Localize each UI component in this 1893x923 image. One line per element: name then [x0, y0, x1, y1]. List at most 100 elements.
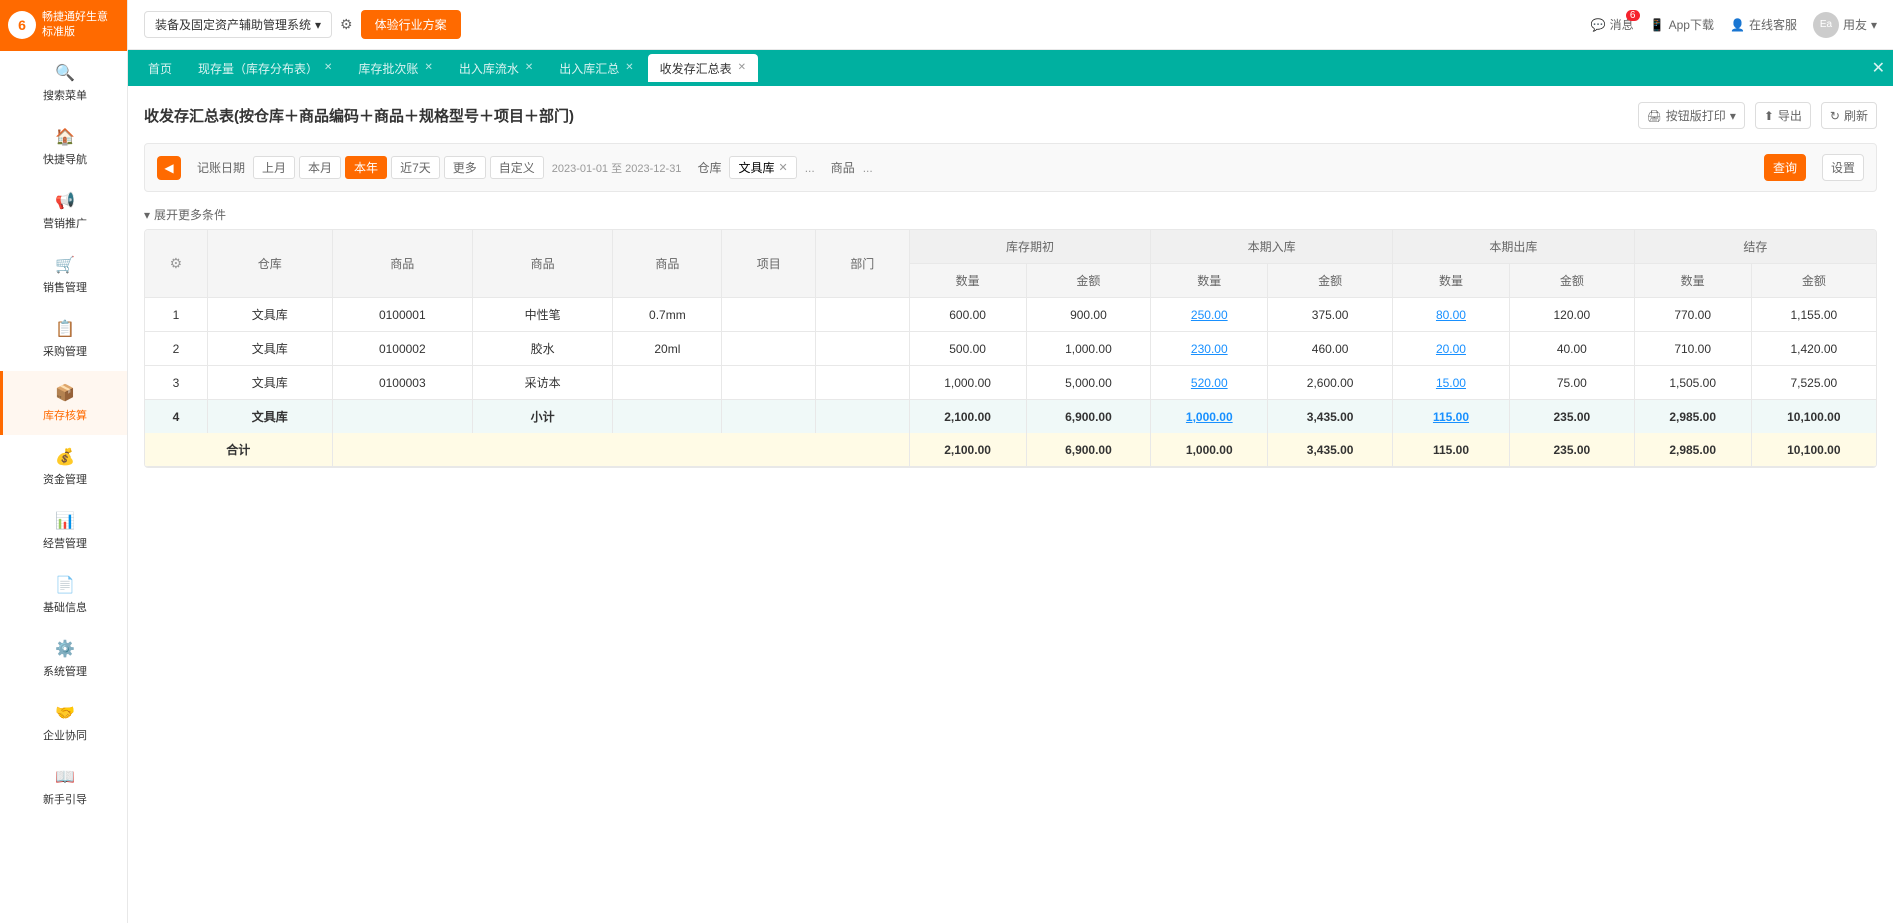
sidebar-item-enterprise[interactable]: 🤝企业协同 — [0, 691, 127, 755]
tab-inventory-dist[interactable]: 现存量（库存分布表）✕ — [186, 54, 344, 82]
subtotal-out-qty-link[interactable]: 115.00 — [1433, 410, 1469, 424]
cell-spec: 0.7mm — [613, 298, 722, 332]
filter-collapse-button[interactable]: ◀ — [157, 156, 181, 180]
sidebar-label-system: 系统管理 — [43, 663, 87, 679]
cell-in-qty[interactable]: 520.00 — [1151, 366, 1268, 400]
tab-close-batch-ledger[interactable]: ✕ — [424, 63, 432, 73]
sidebar-label-finance: 资金管理 — [43, 471, 87, 487]
date-option-上月[interactable]: 上月 — [253, 156, 295, 179]
subtotal-out-amt: 235.00 — [1509, 400, 1634, 434]
cell-code: 0100001 — [332, 298, 472, 332]
system-select[interactable]: 装备及固定资产辅助管理系统 ▾ — [144, 11, 332, 38]
sidebar: 6 畅捷通好生意 标准版 🔍搜索菜单🏠快捷导航📢营销推广🛒销售管理📋采购管理📦库… — [0, 0, 128, 923]
date-range-display: 2023-01-01 至 2023-12-31 — [552, 160, 682, 176]
sidebar-item-operations[interactable]: 📊经营管理 — [0, 499, 127, 563]
logo-icon: 6 — [8, 11, 36, 39]
sidebar-item-quick-nav[interactable]: 🏠快捷导航 — [0, 115, 127, 179]
subtotal-warehouse: 文具库 — [207, 400, 332, 434]
sidebar-item-guide[interactable]: 📖新手引导 — [0, 755, 127, 819]
sidebar-item-search[interactable]: 🔍搜索菜单 — [0, 51, 127, 115]
goods-filter-group: 商品 ... — [831, 159, 873, 176]
in-qty-link[interactable]: 250.00 — [1191, 308, 1228, 322]
cell-code: 0100003 — [332, 366, 472, 400]
date-filter-group: 记账日期 上月本月本年近7天更多自定义 2023-01-01 至 2023-12… — [197, 156, 681, 179]
cell-out-qty[interactable]: 20.00 — [1393, 332, 1510, 366]
expand-conditions-row: ▾ 展开更多条件 — [144, 206, 1877, 223]
subtotal-no: 4 — [145, 400, 207, 434]
refresh-button[interactable]: ↻ 刷新 — [1821, 102, 1877, 129]
tab-home[interactable]: 首页 — [136, 54, 184, 82]
date-option-更多[interactable]: 更多 — [444, 156, 486, 179]
subtotal-in-qty[interactable]: 1,000.00 — [1151, 400, 1268, 434]
th-gear[interactable]: ⚙ — [145, 230, 207, 298]
subtotal-dept — [816, 400, 910, 434]
tab-receive-summary[interactable]: 收发存汇总表✕ — [648, 54, 758, 82]
cell-open-amt: 5,000.00 — [1026, 366, 1151, 400]
query-button[interactable]: 查询 — [1764, 154, 1806, 181]
user-action[interactable]: Ea 用友 ▾ — [1813, 12, 1877, 38]
th-spec: 商品 — [613, 230, 722, 298]
cell-spec: 20ml — [613, 332, 722, 366]
out-qty-link[interactable]: 15.00 — [1436, 376, 1466, 390]
cell-out-qty[interactable]: 15.00 — [1393, 366, 1510, 400]
cell-bal-qty: 1,505.00 — [1634, 366, 1751, 400]
subtotal-out-qty[interactable]: 115.00 — [1393, 400, 1510, 434]
sidebar-item-marketing[interactable]: 📢营销推广 — [0, 179, 127, 243]
tab-batch-ledger[interactable]: 库存批次账✕ — [346, 54, 444, 82]
tab-close-inout-summary[interactable]: ✕ — [625, 63, 633, 73]
tab-inout-flow[interactable]: 出入库流水✕ — [447, 54, 545, 82]
sidebar-item-inventory[interactable]: 📦库存核算 — [0, 371, 127, 435]
cell-in-qty[interactable]: 250.00 — [1151, 298, 1268, 332]
goods-ellipsis[interactable]: ... — [863, 161, 873, 175]
export-button[interactable]: ⬆ 导出 — [1755, 102, 1811, 129]
messages-action[interactable]: 💬 消息 6 — [1591, 16, 1634, 33]
settings-icon[interactable]: ⚙ — [340, 16, 353, 33]
tab-close-inout-flow[interactable]: ✕ — [525, 63, 533, 73]
column-settings-icon[interactable]: ⚙ — [170, 255, 183, 271]
print-icon: 🖨 — [1647, 109, 1662, 123]
user-chevron-icon: ▾ — [1871, 18, 1877, 32]
sidebar-label-operations: 经营管理 — [43, 535, 87, 551]
app-download-action[interactable]: 📱 App下载 — [1650, 16, 1714, 33]
sidebar-item-sales[interactable]: 🛒销售管理 — [0, 243, 127, 307]
table-row: 1 文具库 0100001 中性笔 0.7mm 600.00 900.00 25… — [145, 298, 1876, 332]
sidebar-item-purchase[interactable]: 📋采购管理 — [0, 307, 127, 371]
sidebar-icon-search: 🔍 — [55, 63, 75, 83]
online-service-action[interactable]: 👤 在线客服 — [1730, 16, 1797, 33]
service-icon: 👤 — [1730, 18, 1745, 32]
out-qty-link[interactable]: 20.00 — [1436, 342, 1466, 356]
out-qty-link[interactable]: 80.00 — [1436, 308, 1466, 322]
warehouse-tag-close[interactable]: ✕ — [778, 161, 787, 174]
sidebar-item-finance[interactable]: 💰资金管理 — [0, 435, 127, 499]
sidebar-icon-guide: 📖 — [55, 767, 75, 787]
cell-out-qty[interactable]: 80.00 — [1393, 298, 1510, 332]
table-row: 3 文具库 0100003 采访本 1,000.00 5,000.00 520.… — [145, 366, 1876, 400]
in-qty-link[interactable]: 230.00 — [1191, 342, 1228, 356]
sidebar-icon-inventory: 📦 — [55, 383, 75, 403]
expand-conditions-button[interactable]: ▾ 展开更多条件 — [144, 206, 1877, 223]
sidebar-item-basic-info[interactable]: 📄基础信息 — [0, 563, 127, 627]
date-option-近7天[interactable]: 近7天 — [391, 156, 440, 179]
sidebar-icon-marketing: 📢 — [55, 191, 75, 211]
tab-inout-summary[interactable]: 出入库汇总✕ — [547, 54, 645, 82]
subtotal-in-qty-link[interactable]: 1,000.00 — [1186, 410, 1233, 424]
th-current-out: 本期出库 — [1393, 230, 1635, 264]
tab-close-inventory-dist[interactable]: ✕ — [324, 63, 332, 73]
date-option-本年[interactable]: 本年 — [345, 156, 387, 179]
tab-close-receive-summary[interactable]: ✕ — [738, 63, 746, 73]
message-icon: 💬 — [1591, 18, 1606, 32]
cell-out-amt: 75.00 — [1509, 366, 1634, 400]
cell-in-qty[interactable]: 230.00 — [1151, 332, 1268, 366]
in-qty-link[interactable]: 520.00 — [1191, 376, 1228, 390]
settings-filter-button[interactable]: 设置 — [1822, 154, 1864, 181]
messages-badge: 6 — [1626, 10, 1640, 21]
close-all-tabs-button[interactable]: ✕ — [1872, 58, 1885, 78]
date-option-本月[interactable]: 本月 — [299, 156, 341, 179]
print-button[interactable]: 🖨 按钮版打印 ▾ — [1638, 102, 1745, 129]
warehouse-ellipsis[interactable]: ... — [805, 161, 815, 175]
cell-warehouse: 文具库 — [207, 366, 332, 400]
trial-button[interactable]: 体验行业方案 — [361, 10, 461, 39]
sidebar-icon-sales: 🛒 — [55, 255, 75, 275]
date-option-自定义[interactable]: 自定义 — [490, 156, 544, 179]
sidebar-item-system[interactable]: ⚙️系统管理 — [0, 627, 127, 691]
